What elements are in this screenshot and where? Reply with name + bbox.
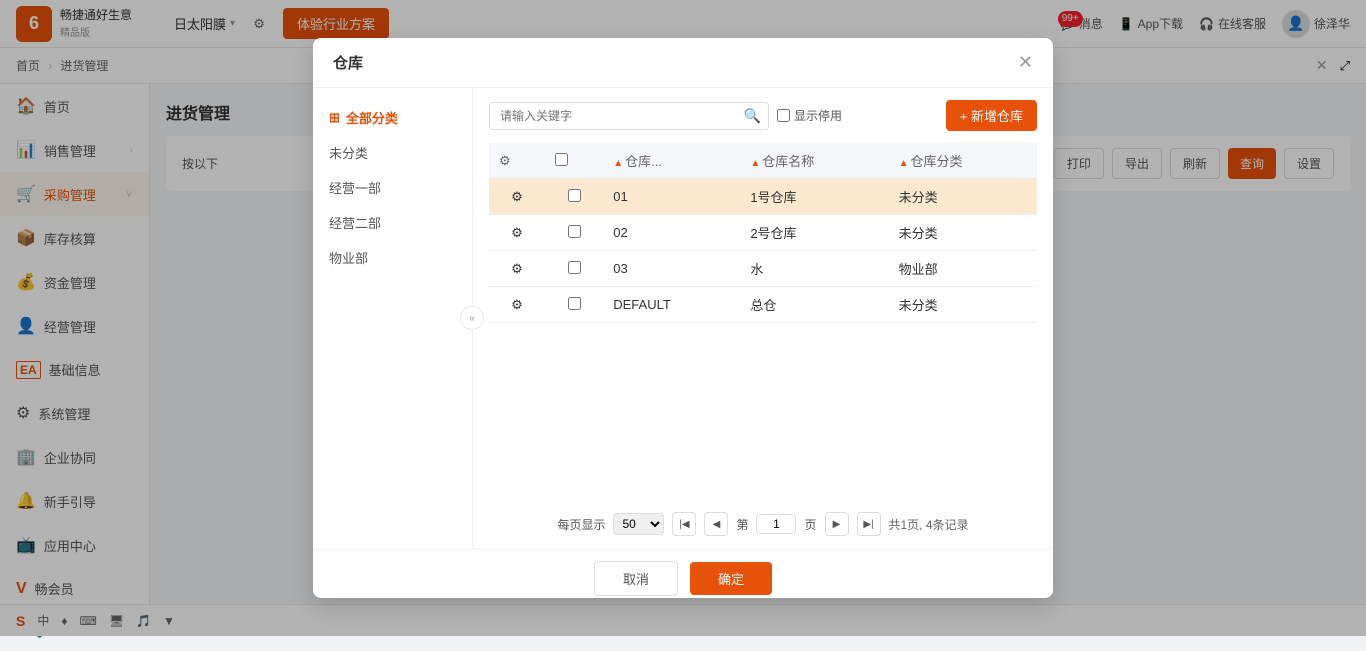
row-num-1: 01 [603, 179, 740, 215]
row-check-2[interactable] [545, 215, 603, 251]
table-panel: 🔍 显示停用 + 新增仓库 ⚙ ▲仓库... ▲仓库名称 ▲仓库分类 [473, 88, 1053, 548]
row-num-3: 03 [603, 251, 740, 287]
category-item-property[interactable]: 物业部 [313, 240, 472, 275]
table-row[interactable]: ⚙ 01 1号仓库 未分类 [489, 179, 1037, 215]
show-disabled-text: 显示停用 [794, 107, 842, 124]
modal-close-button[interactable]: ✕ [1018, 52, 1033, 73]
show-disabled-checkbox[interactable] [777, 109, 790, 122]
row-code-4: DEFAULT [603, 287, 740, 323]
row-category-1: 未分类 [889, 179, 1037, 215]
row-category-4: 未分类 [889, 287, 1037, 323]
row-name-1: 1号仓库 [740, 179, 888, 215]
th-code: ▲仓库... [603, 143, 740, 179]
modal-body: ⊞ 全部分类 未分类 经营一部 经营二部 物业部 « 🔍 显示停用 + 新增仓库 [313, 88, 1053, 548]
row-name-3: 水 [740, 251, 888, 287]
th-checkbox [545, 143, 603, 179]
row-num-2: 02 [603, 215, 740, 251]
row-gear-4[interactable]: ⚙ [489, 287, 545, 323]
category-item-ops1[interactable]: 经营一部 [313, 170, 472, 205]
row-gear-3[interactable]: ⚙ [489, 251, 545, 287]
search-input-wrap: 🔍 [489, 102, 769, 130]
row-name-2: 2号仓库 [740, 215, 888, 251]
th-gear: ⚙ [489, 143, 545, 179]
page-size-select[interactable]: 50 10 20 100 [613, 513, 664, 535]
table-body: ⚙ 01 1号仓库 未分类 ⚙ 02 2号仓库 未分类 ⚙ [489, 179, 1037, 323]
row-name-4: 总仓 [740, 287, 888, 323]
next-page-button[interactable]: ▶ [825, 512, 849, 536]
modal-title: 仓库 [333, 52, 363, 73]
all-category-label: 全部分类 [346, 108, 398, 127]
row-check-1[interactable] [545, 179, 603, 215]
select-all-checkbox[interactable] [555, 153, 568, 166]
row-category-2: 未分类 [889, 215, 1037, 251]
collapse-button[interactable]: « [460, 306, 484, 330]
th-name: ▲仓库名称 [740, 143, 888, 179]
confirm-button[interactable]: 确定 [690, 562, 772, 595]
page-size-label: 每页显示 [557, 516, 605, 533]
new-warehouse-button[interactable]: + 新增仓库 [946, 100, 1037, 131]
last-page-button[interactable]: ▶| [857, 512, 881, 536]
row-check-3[interactable] [545, 251, 603, 287]
table-header: ⚙ ▲仓库... ▲仓库名称 ▲仓库分类 [489, 143, 1037, 179]
search-input[interactable] [489, 102, 769, 130]
first-page-button[interactable]: |◀ [672, 512, 696, 536]
table-toolbar: 🔍 显示停用 + 新增仓库 [489, 100, 1037, 131]
page-label-2: 页 [804, 516, 816, 533]
table-row[interactable]: ⚙ 02 2号仓库 未分类 [489, 215, 1037, 251]
gear-header-icon: ⚙ [499, 153, 511, 168]
warehouse-table: ⚙ ▲仓库... ▲仓库名称 ▲仓库分类 ⚙ 01 1号仓库 未分类 [489, 143, 1037, 323]
row-check-4[interactable] [545, 287, 603, 323]
row-gear-2[interactable]: ⚙ [489, 215, 545, 251]
prev-page-button[interactable]: ◀ [704, 512, 728, 536]
modal-footer: 取消 确定 [313, 548, 1053, 608]
table-row[interactable]: ⚙ 03 水 物业部 [489, 251, 1037, 287]
page-info: 共1页, 4条记录 [889, 516, 969, 533]
search-icon: 🔍 [744, 107, 761, 124]
page-input[interactable] [756, 514, 796, 534]
pagination: 每页显示 50 10 20 100 |◀ ◀ 第 页 ▶ ▶| 共1页, 4条记… [489, 500, 1037, 536]
category-panel: ⊞ 全部分类 未分类 经营一部 经营二部 物业部 « [313, 88, 473, 548]
cancel-button[interactable]: 取消 [594, 561, 678, 596]
table-row[interactable]: ⚙ DEFAULT 总仓 未分类 [489, 287, 1037, 323]
modal-header: 仓库 ✕ [313, 38, 1053, 88]
show-disabled-label[interactable]: 显示停用 [777, 107, 842, 124]
grid-icon: ⊞ [329, 110, 340, 126]
row-category-3: 物业部 [889, 251, 1037, 287]
page-label: 第 [736, 516, 748, 533]
category-item-unclassified[interactable]: 未分类 [313, 135, 472, 170]
warehouse-modal: 仓库 ✕ ⊞ 全部分类 未分类 经营一部 经营二部 物业部 « 🔍 [313, 38, 1053, 598]
category-item-ops2[interactable]: 经营二部 [313, 205, 472, 240]
all-category-item[interactable]: ⊞ 全部分类 [313, 100, 472, 135]
th-category: ▲仓库分类 [889, 143, 1037, 179]
row-gear-1[interactable]: ⚙ [489, 179, 545, 215]
